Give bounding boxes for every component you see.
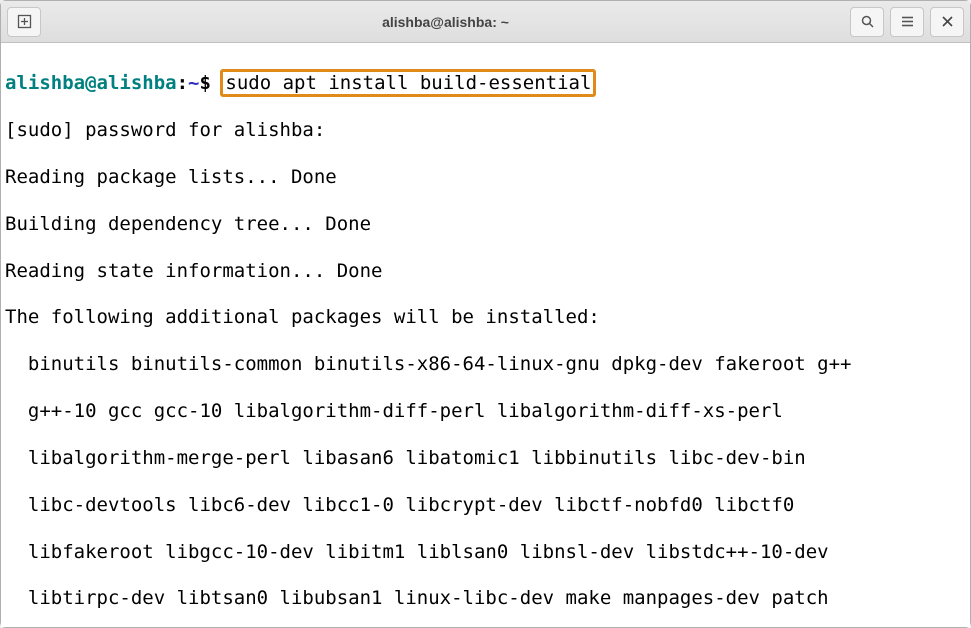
new-tab-icon	[17, 14, 32, 29]
output-line: Reading package lists... Done	[5, 166, 962, 189]
output-line: g++-10 gcc gcc-10 libalgorithm-diff-perl…	[5, 400, 962, 423]
output-line: binutils binutils-common binutils-x86-64…	[5, 353, 962, 376]
prompt-colon: :	[177, 72, 188, 94]
menu-button[interactable]	[890, 7, 924, 37]
search-button[interactable]	[850, 7, 884, 37]
output-line: Building dependency tree... Done	[5, 213, 962, 236]
output-line: The following additional packages will b…	[5, 306, 962, 329]
menu-icon	[900, 14, 915, 29]
window-title: alishba@alishba: ~	[47, 14, 844, 30]
close-button[interactable]	[930, 7, 964, 37]
prompt-line: alishba@alishba:~$ sudo apt install buil…	[5, 72, 962, 95]
output-line: Reading state information... Done	[5, 260, 962, 283]
output-line: libtirpc-dev libtsan0 libubsan1 linux-li…	[5, 587, 962, 610]
output-line: libalgorithm-merge-perl libasan6 libatom…	[5, 447, 962, 470]
output-line: [sudo] password for alishba:	[5, 119, 962, 142]
new-tab-button[interactable]	[7, 7, 41, 37]
terminal-body[interactable]: alishba@alishba:~$ sudo apt install buil…	[1, 43, 970, 627]
prompt-user-host: alishba@alishba	[5, 72, 177, 94]
prompt-symbol: $	[200, 72, 223, 94]
titlebar: alishba@alishba: ~	[1, 1, 970, 43]
prompt-path: ~	[188, 72, 199, 94]
close-icon	[941, 15, 954, 28]
output-line: libfakeroot libgcc-10-dev libitm1 liblsa…	[5, 541, 962, 564]
command-highlight: sudo apt install build-essential	[220, 69, 596, 97]
terminal-window: alishba@alishba: ~ alishba@alishba:~$ su…	[0, 0, 971, 628]
output-line: libc-devtools libc6-dev libcc1-0 libcryp…	[5, 494, 962, 517]
search-icon	[860, 14, 875, 29]
